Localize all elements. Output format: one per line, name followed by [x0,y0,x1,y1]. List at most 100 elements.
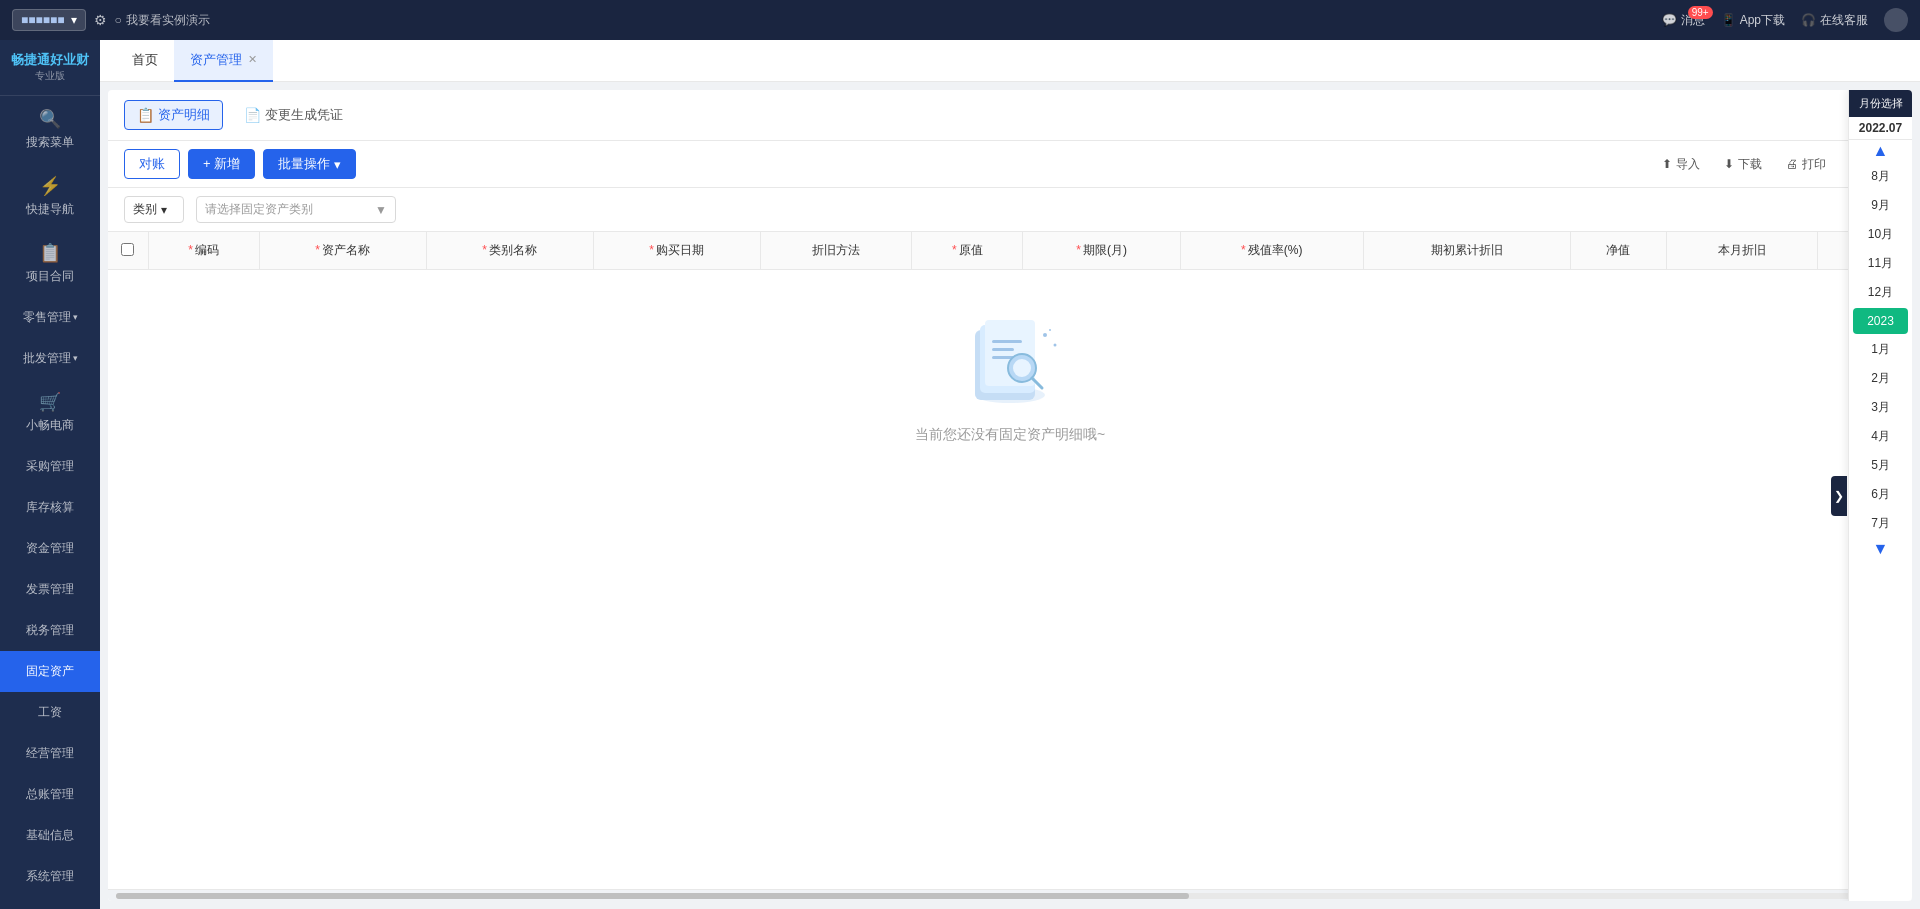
page-container: 📋 资产明细 📄 变更生成凭证 对账 + 新增 批量操作 ▾ [108,90,1912,901]
chevron-down-icon: ▾ [71,13,77,27]
demo-icon: ○ [115,13,122,27]
svg-point-12 [1049,329,1051,331]
detail-tab-icon: 📋 [137,107,154,123]
month-item-8[interactable]: 8月 [1849,162,1912,191]
download-button[interactable]: ⬇ 下载 [1716,152,1770,177]
main-layout: 畅捷通好业财 专业版 🔍 搜索菜单 ⚡ 快捷导航 📋 项目合同 零售管理 ▾ 批… [0,40,1920,909]
settings-button[interactable]: ⚙ [94,12,107,28]
nav-tabs: 首页 资产管理 ✕ [100,40,1920,82]
company-selector[interactable]: ■■■■■■ ▾ [12,9,86,31]
sidebar-item-search[interactable]: 🔍 搜索菜单 [0,96,100,163]
import-icon: ⬆ [1662,157,1672,171]
month-item-9[interactable]: 9月 [1849,191,1912,220]
logo-text: 畅捷通好业财 [8,52,92,69]
sidebar-item-tax[interactable]: 税务管理 [0,610,100,651]
headset-icon: 🎧 [1801,13,1816,27]
sidebar-item-ledger[interactable]: 总账管理 [0,774,100,815]
th-monthly-dep: 本月折旧 [1666,232,1817,270]
th-code: *编码 [148,232,259,270]
sidebar-label-quicknav: 快捷导航 [26,201,74,218]
table-container: *编码 *资产名称 *类别名称 *购买日期 折旧方法 *原值 *期限(月) *残… [108,232,1912,889]
sidebar-label-salary: 工资 [38,704,62,721]
sidebar-label-ledger: 总账管理 [26,786,74,803]
sidebar-item-funds[interactable]: 资金管理 [0,528,100,569]
month-panel-down-button[interactable]: ▼ [1849,538,1912,560]
sidebar-item-inventory[interactable]: 库存核算 [0,487,100,528]
sub-tab-detail-label: 资产明细 [158,106,210,124]
sidebar-item-ecommerce[interactable]: 🛒 小畅电商 [0,379,100,446]
sidebar-item-quicknav[interactable]: ⚡ 快捷导航 [0,163,100,230]
demo-link-text: 我要看实例演示 [126,12,210,29]
message-button[interactable]: 💬 消息 99+ [1662,12,1705,29]
reconcile-button[interactable]: 对账 [124,149,180,179]
sub-tab-voucher[interactable]: 📄 变更生成凭证 [231,100,356,130]
month-panel-header: 月份选择 [1849,90,1912,117]
svg-rect-5 [992,348,1014,351]
sidebar-item-salary[interactable]: 工资 [0,692,100,733]
sidebar-item-wholesale[interactable]: 批发管理 ▾ [0,338,100,379]
month-item-4[interactable]: 4月 [1849,422,1912,451]
month-item-1[interactable]: 1月 [1849,335,1912,364]
month-panel-up-button[interactable]: ▲ [1849,140,1912,162]
app-icon: 📱 [1721,13,1736,27]
month-item-3[interactable]: 3月 [1849,393,1912,422]
category-dropdown-icon: ▼ [375,203,387,217]
voucher-tab-icon: 📄 [244,107,261,123]
sidebar-item-basicinfo[interactable]: 基础信息 [0,815,100,856]
filter-bar: 类别 ▾ 请选择固定资产类别 ▼ [108,188,1912,232]
th-net-value: 净值 [1570,232,1666,270]
sidebar-item-assets[interactable]: 固定资产 [0,651,100,692]
sidebar-item-purchase[interactable]: 采购管理 [0,446,100,487]
scrollbar-thumb[interactable] [116,893,1189,899]
assets-table: *编码 *资产名称 *类别名称 *购买日期 折旧方法 *原值 *期限(月) *残… [108,232,1912,270]
retail-arrow-icon: ▾ [73,312,78,322]
sub-tab-detail[interactable]: 📋 资产明细 [124,100,223,130]
month-item-11[interactable]: 11月 [1849,249,1912,278]
tab-home[interactable]: 首页 [116,40,174,82]
month-item-7[interactable]: 7月 [1849,509,1912,538]
month-item-12[interactable]: 12月 [1849,278,1912,307]
online-service-button[interactable]: 🎧 在线客服 [1801,12,1868,29]
sidebar-label-inventory: 库存核算 [26,499,74,516]
month-panel-toggle[interactable]: ❯ [1831,476,1847,516]
month-item-10[interactable]: 10月 [1849,220,1912,249]
th-purchase-date: *购买日期 [593,232,760,270]
month-item-2[interactable]: 2月 [1849,364,1912,393]
select-all-checkbox[interactable] [121,243,134,256]
category-search-input[interactable]: 请选择固定资产类别 ▼ [196,196,396,223]
import-button[interactable]: ⬆ 导入 [1654,152,1708,177]
company-name-display: ■■■■■■ [21,13,65,27]
app-download-button[interactable]: 📱 App下载 [1721,12,1785,29]
th-residual-rate: *残值率(%) [1180,232,1363,270]
category-type-select[interactable]: 类别 ▾ [124,196,184,223]
month-item-5[interactable]: 5月 [1849,451,1912,480]
print-icon: 🖨 [1786,157,1798,171]
sidebar-label-retail: 零售管理 [23,309,71,326]
tab-assets-close-icon[interactable]: ✕ [248,53,257,66]
category-type-label: 类别 [133,201,157,218]
sidebar-item-invoice[interactable]: 发票管理 [0,569,100,610]
th-period: *期限(月) [1023,232,1181,270]
sidebar-item-operations[interactable]: 经营管理 [0,733,100,774]
empty-illustration [950,310,1070,410]
batch-dropdown-icon: ▾ [334,157,341,172]
sidebar-label-wholesale: 批发管理 [23,350,71,367]
print-label: 打印 [1802,156,1826,173]
year-badge-2023[interactable]: 2023 [1853,308,1908,334]
message-icon: 💬 [1662,13,1677,27]
sidebar-label-ecommerce: 小畅电商 [26,417,74,434]
demo-link[interactable]: ○ 我要看实例演示 [115,12,210,29]
tab-assets[interactable]: 资产管理 ✕ [174,40,273,82]
category-search-placeholder: 请选择固定资产类别 [205,201,313,218]
print-button[interactable]: 🖨 打印 [1778,152,1834,177]
batch-button[interactable]: 批量操作 ▾ [263,149,356,179]
import-label: 导入 [1676,156,1700,173]
sidebar-item-sysadmin[interactable]: 系统管理 [0,856,100,897]
table-header-row: *编码 *资产名称 *类别名称 *购买日期 折旧方法 *原值 *期限(月) *残… [108,232,1912,270]
scrollbar-track[interactable] [116,893,1904,899]
svg-point-11 [1054,344,1057,347]
add-button[interactable]: + 新增 [188,149,255,179]
month-item-6[interactable]: 6月 [1849,480,1912,509]
sidebar-item-retail[interactable]: 零售管理 ▾ [0,297,100,338]
sidebar-item-contract[interactable]: 📋 项目合同 [0,230,100,297]
